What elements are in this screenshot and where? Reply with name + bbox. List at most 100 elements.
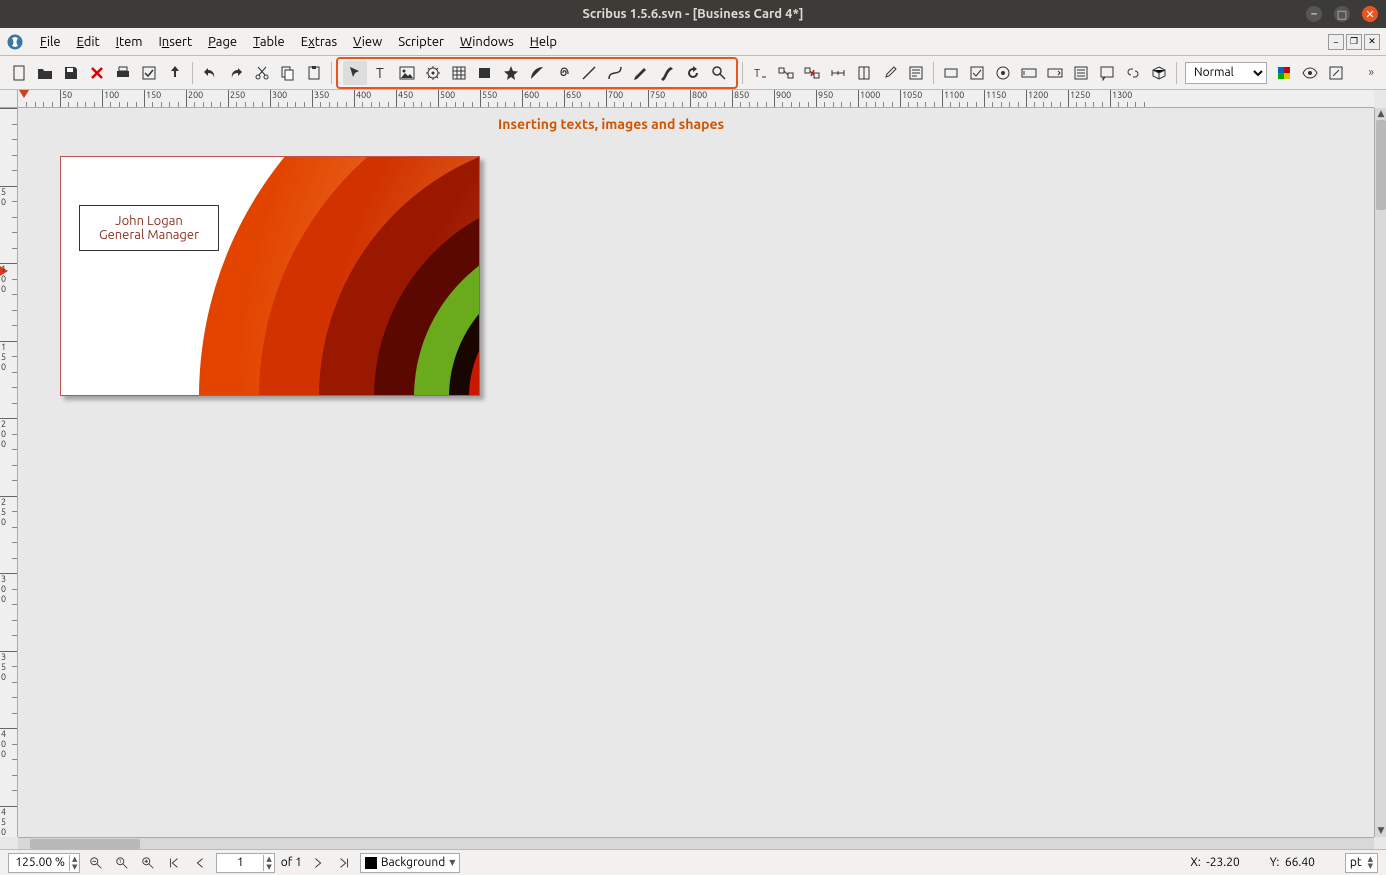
scroll-down-button[interactable]: ▼ [1375, 825, 1386, 837]
menu-insert[interactable]: Insert [150, 32, 200, 52]
menu-item[interactable]: Item [108, 32, 151, 52]
new-document-button[interactable] [7, 61, 31, 85]
preview-button[interactable] [1298, 61, 1322, 85]
first-page-button[interactable] [164, 853, 184, 873]
preview-mode-select[interactable]: Normal [1185, 62, 1267, 84]
menu-scripter[interactable]: Scripter [390, 32, 452, 52]
link-frames-button[interactable] [774, 61, 798, 85]
pdf-textfield-button[interactable] [1017, 61, 1041, 85]
copy-properties-button[interactable] [852, 61, 876, 85]
zoom-value[interactable] [9, 856, 69, 869]
pdf-radiobutton-button[interactable] [991, 61, 1015, 85]
image-frame-button[interactable] [395, 61, 419, 85]
zoom-input[interactable]: ▲▼ [8, 853, 80, 873]
freehand-button[interactable] [629, 61, 653, 85]
x-label: X: [1190, 856, 1200, 869]
vertical-ruler[interactable]: 50100150200250300350400450 [0, 108, 18, 837]
layer-name: Background [381, 856, 445, 869]
menu-extras[interactable]: Extras [293, 32, 345, 52]
export-pdf-button[interactable] [163, 61, 187, 85]
edit-text-button[interactable]: T [748, 61, 772, 85]
unlink-frames-button[interactable] [800, 61, 824, 85]
measure-button[interactable] [826, 61, 850, 85]
polygon-button[interactable] [499, 61, 523, 85]
zoom-in-button[interactable] [138, 853, 158, 873]
svg-text:T: T [754, 68, 760, 80]
pdf-link-button[interactable] [1121, 61, 1145, 85]
page-value[interactable] [217, 856, 263, 869]
menu-page[interactable]: Page [200, 32, 245, 52]
mdi-minimize-button[interactable]: – [1328, 34, 1344, 50]
scroll-v-thumb[interactable] [1376, 120, 1386, 210]
color-management-button[interactable] [1272, 61, 1296, 85]
open-document-button[interactable] [33, 61, 57, 85]
pdf-checkbox-button[interactable] [965, 61, 989, 85]
page-input[interactable]: ▲▼ [216, 853, 274, 873]
line-button[interactable] [577, 61, 601, 85]
ruler-corner[interactable] [0, 90, 18, 108]
pdf-annotation-button[interactable] [1095, 61, 1119, 85]
pdf-combobox-button[interactable] [1043, 61, 1067, 85]
menu-view[interactable]: View [345, 32, 390, 52]
menu-windows[interactable]: Windows [452, 32, 522, 52]
close-document-button[interactable] [85, 61, 109, 85]
spiral-button[interactable] [551, 61, 575, 85]
zoom-out-button[interactable] [86, 853, 106, 873]
scroll-up-button[interactable]: ▲ [1375, 108, 1386, 120]
next-page-button[interactable] [308, 853, 328, 873]
pdf-3d-button[interactable] [1147, 61, 1171, 85]
window-maximize-button[interactable]: □ [1334, 6, 1350, 22]
render-frame-button[interactable] [421, 61, 445, 85]
vertical-scrollbar[interactable]: ▲ ▼ [1374, 108, 1386, 837]
story-editor-button[interactable] [904, 61, 928, 85]
prev-page-button[interactable] [190, 853, 210, 873]
annotation-hint: Inserting texts, images and shapes [498, 116, 724, 132]
layer-select[interactable]: Background ▼ [360, 853, 461, 873]
horizontal-ruler[interactable]: 5010015020025030035040045050055060065070… [18, 90, 1374, 108]
horizontal-scrollbar[interactable] [18, 837, 1374, 849]
svg-text:1: 1 [119, 858, 122, 864]
zoom-button[interactable] [707, 61, 731, 85]
last-page-button[interactable] [334, 853, 354, 873]
menu-table[interactable]: Table [245, 32, 293, 52]
window-title: Scribus 1.5.6.svn - [Business Card 4*] [582, 7, 803, 21]
print-button[interactable] [111, 61, 135, 85]
menu-file[interactable]: File [32, 32, 69, 52]
eyedropper-button[interactable] [878, 61, 902, 85]
undo-button[interactable] [198, 61, 222, 85]
pdf-pushbutton-button[interactable] [939, 61, 963, 85]
toolbar-overflow-button[interactable]: » [1362, 66, 1380, 79]
bezier-button[interactable] [603, 61, 627, 85]
edit-in-preview-button[interactable] [1324, 61, 1348, 85]
redo-button[interactable] [224, 61, 248, 85]
window-close-button[interactable]: ✕ [1362, 6, 1378, 22]
unit-select[interactable]: pt ▲▼ [1345, 853, 1378, 873]
canvas[interactable]: Inserting texts, images and shapes John … [18, 108, 1374, 837]
scroll-h-thumb[interactable] [30, 839, 140, 849]
paste-button[interactable] [302, 61, 326, 85]
menu-edit[interactable]: Edit [69, 32, 108, 52]
table-button[interactable] [447, 61, 471, 85]
document-page[interactable]: John Logan General Manager [60, 156, 480, 396]
x-value: -23.20 [1206, 856, 1240, 869]
window-minimize-button[interactable]: – [1306, 6, 1322, 22]
cut-button[interactable] [250, 61, 274, 85]
menu-help[interactable]: Help [522, 32, 565, 52]
text-frame[interactable]: John Logan General Manager [79, 205, 219, 251]
save-document-button[interactable] [59, 61, 83, 85]
shape-button[interactable] [473, 61, 497, 85]
mdi-close-button[interactable]: ✕ [1364, 34, 1380, 50]
card-title: General Manager [99, 228, 199, 242]
mdi-restore-button[interactable]: ❐ [1346, 34, 1362, 50]
svg-text:T: T [376, 65, 384, 81]
copy-button[interactable] [276, 61, 300, 85]
select-tool-button[interactable] [343, 61, 367, 85]
statusbar: ▲▼ 1 ▲▼ of 1 Background ▼ X: -23.20 Y: 6… [0, 849, 1386, 875]
arc-button[interactable] [525, 61, 549, 85]
text-frame-button[interactable]: T [369, 61, 393, 85]
pdf-listbox-button[interactable] [1069, 61, 1093, 85]
rotate-button[interactable] [681, 61, 705, 85]
preflight-button[interactable] [137, 61, 161, 85]
calligraphic-button[interactable] [655, 61, 679, 85]
zoom-reset-button[interactable]: 1 [112, 853, 132, 873]
